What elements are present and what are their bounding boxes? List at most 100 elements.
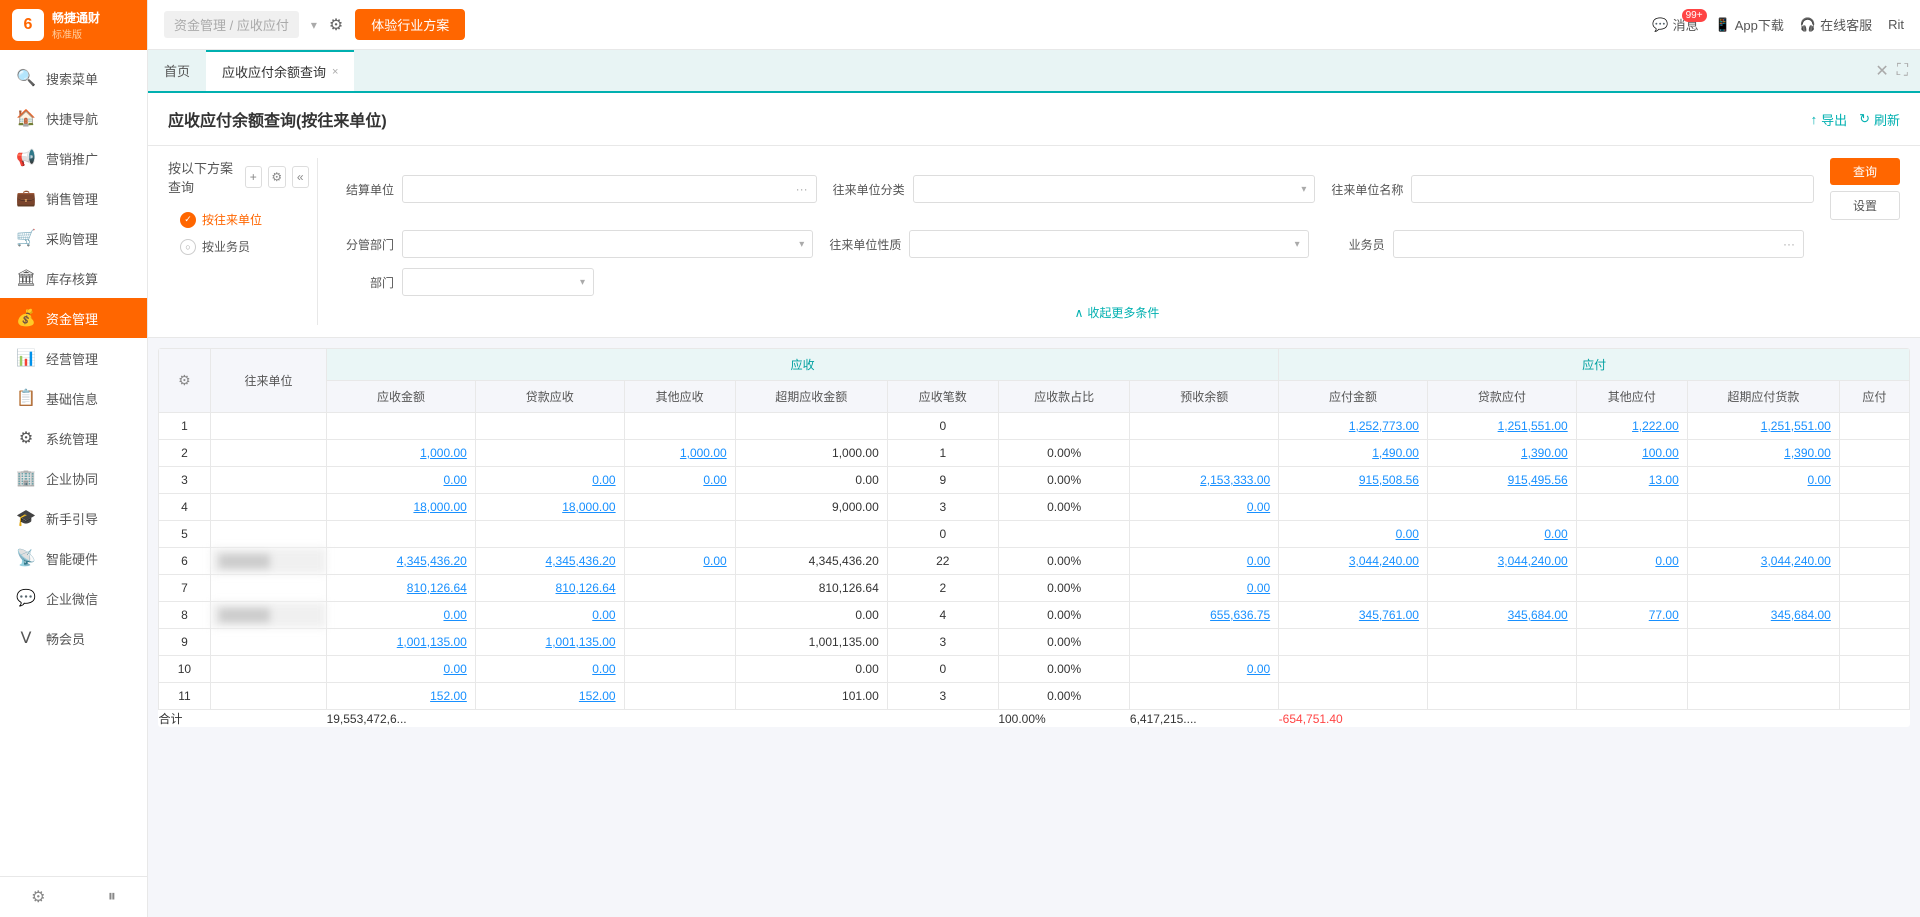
table-cell[interactable] [1576,494,1687,521]
sidebar-item-wechat[interactable]: 💬 企业微信 [0,578,147,618]
table-cell[interactable]: 13.00 [1576,467,1687,494]
table-cell[interactable]: 2,153,333.00 [1130,467,1279,494]
sidebar-item-management[interactable]: 📊 经营管理 [0,338,147,378]
dept-input[interactable]: ▾ [402,230,813,258]
table-cell[interactable] [1130,629,1279,656]
table-cell[interactable] [1687,575,1839,602]
table-cell[interactable] [1279,494,1428,521]
sidebar-item-quick[interactable]: 🏠 快捷导航 [0,98,147,138]
topbar-gear-icon[interactable]: ⚙ [329,15,343,35]
sidebar-item-search[interactable]: 🔍 搜索菜单 [0,58,147,98]
sidebar-item-finance[interactable]: 💰 资金管理 [0,298,147,338]
table-cell[interactable] [624,602,735,629]
table-cell[interactable] [1687,629,1839,656]
table-cell[interactable] [327,521,476,548]
table-settings-icon[interactable]: ⚙ [178,372,191,388]
table-cell[interactable] [624,683,735,710]
tab-ar-ap-query[interactable]: 应收应付余额查询 × [206,50,354,91]
table-cell[interactable] [624,629,735,656]
table-cell[interactable] [1427,494,1576,521]
filter-settings-btn[interactable]: ⚙ [268,166,286,188]
total-ap-amount[interactable]: -654,751.40 [1279,710,1428,728]
sidebar-item-basic[interactable]: 📋 基础信息 [0,378,147,418]
table-cell[interactable]: 18,000.00 [475,494,624,521]
table-cell[interactable]: 0.00 [1130,575,1279,602]
collapse-conditions-btn[interactable]: ∧ 收起更多条件 [334,300,1900,325]
scheme-item-salesperson[interactable]: ○ 按业务员 [168,233,309,260]
table-cell[interactable] [1687,683,1839,710]
table-cell[interactable] [1279,683,1428,710]
table-cell[interactable]: 1,390.00 [1427,440,1576,467]
nature-input[interactable]: ▾ [909,230,1308,258]
filter-add-btn[interactable]: + [245,166,263,188]
table-cell[interactable] [1576,683,1687,710]
table-cell[interactable] [1687,494,1839,521]
online-service-btn[interactable]: 🎧 在线客服 [1800,15,1872,34]
table-cell[interactable]: 1,252,773.00 [1279,413,1428,440]
partner-name-input[interactable] [1411,175,1814,203]
table-cell[interactable]: 0.00 [327,656,476,683]
table-cell[interactable] [1130,440,1279,467]
table-cell[interactable] [1576,521,1687,548]
table-cell[interactable]: 0.00 [1427,521,1576,548]
message-btn[interactable]: 💬 消息 99+ [1652,15,1698,34]
table-cell[interactable]: 345,684.00 [1427,602,1576,629]
table-cell[interactable]: 0.00 [1130,656,1279,683]
sidebar-item-purchase[interactable]: 🛒 采购管理 [0,218,147,258]
scheme-item-partner[interactable]: ✓ 按往来单位 [168,206,309,233]
total-ar-amount[interactable]: 19,553,472,6... [327,710,476,728]
category-input[interactable]: ▾ [913,175,1316,203]
table-cell[interactable] [1279,629,1428,656]
table-cell[interactable]: 0.00 [475,467,624,494]
filter-collapse-btn[interactable]: « [292,166,310,188]
table-cell[interactable]: 3,044,240.00 [1279,548,1428,575]
table-cell[interactable] [1427,629,1576,656]
table-cell[interactable]: 1,222.00 [1576,413,1687,440]
total-ar-prepay[interactable]: 6,417,215.... [1130,710,1279,728]
table-cell[interactable]: 0.00 [624,548,735,575]
table-cell[interactable]: 0.00 [475,602,624,629]
sidebar-item-inventory[interactable]: 🏛 库存核算 [0,258,147,298]
table-cell[interactable]: 0.00 [475,656,624,683]
table-cell[interactable]: 18,000.00 [327,494,476,521]
table-cell[interactable]: 3,044,240.00 [1687,548,1839,575]
sidebar-item-guide[interactable]: 🎓 新手引导 [0,498,147,538]
table-cell[interactable]: 1,000.00 [624,440,735,467]
table-cell[interactable]: 1,251,551.00 [1427,413,1576,440]
promo-button[interactable]: 体验行业方案 [355,9,465,40]
sidebar-item-hardware[interactable]: 📡 智能硬件 [0,538,147,578]
user-name[interactable]: Rit [1888,17,1904,32]
table-cell[interactable] [475,413,624,440]
table-cell[interactable]: 1,001,135.00 [475,629,624,656]
department-input[interactable]: ▾ [402,268,594,296]
table-cell[interactable] [1687,656,1839,683]
table-cell[interactable] [624,656,735,683]
table-cell[interactable]: 915,508.56 [1279,467,1428,494]
table-cell[interactable]: 4,345,436.20 [475,548,624,575]
table-cell[interactable]: 655,636.75 [1130,602,1279,629]
table-cell[interactable]: 0.00 [1130,548,1279,575]
table-cell[interactable]: 0.00 [1576,548,1687,575]
table-cell[interactable]: 345,761.00 [1279,602,1428,629]
tab-close-window-icon[interactable]: ✕ [1875,61,1888,81]
table-cell[interactable]: 0.00 [1279,521,1428,548]
settings-button[interactable]: 设置 [1830,191,1900,220]
table-cell[interactable]: 0.00 [1687,467,1839,494]
tab-close-icon[interactable]: × [332,66,338,78]
sidebar-item-sales[interactable]: 💼 销售管理 [0,178,147,218]
table-cell[interactable] [624,521,735,548]
table-cell[interactable] [1279,575,1428,602]
table-cell[interactable]: 152.00 [475,683,624,710]
table-cell[interactable]: 1,001,135.00 [327,629,476,656]
settlement-input[interactable]: ··· [402,175,817,203]
table-cell[interactable]: 1,390.00 [1687,440,1839,467]
table-cell[interactable]: 77.00 [1576,602,1687,629]
table-cell[interactable] [1130,521,1279,548]
table-cell[interactable]: 810,126.64 [475,575,624,602]
table-cell[interactable]: 3,044,240.00 [1427,548,1576,575]
table-cell[interactable]: 152.00 [327,683,476,710]
query-button[interactable]: 查询 [1830,158,1900,185]
table-wrapper[interactable]: ⚙ 往来单位 应收 应付 应收金额 贷款应收 其他应收 超期应收金额 应收笔数 … [158,348,1910,727]
table-cell[interactable] [475,521,624,548]
table-cell[interactable]: 915,495.56 [1427,467,1576,494]
